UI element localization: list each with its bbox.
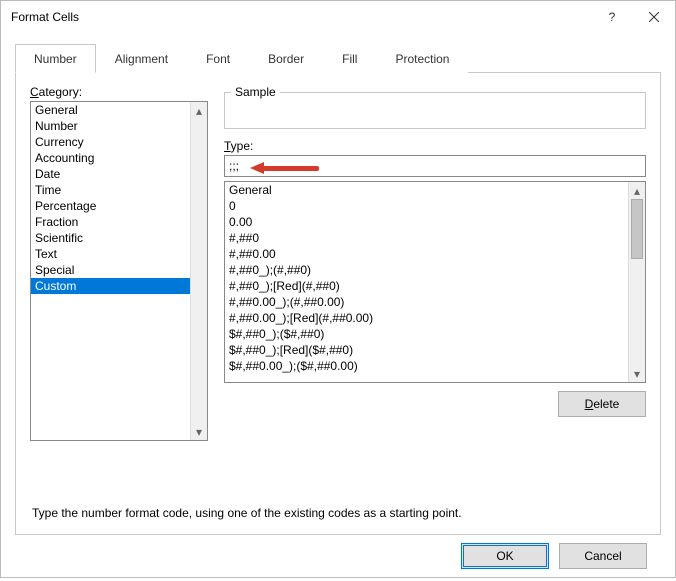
title-bar: Format Cells ? (1, 1, 675, 33)
window-title: Format Cells (11, 10, 591, 24)
help-button[interactable]: ? (591, 1, 633, 33)
category-item[interactable]: Date (31, 166, 190, 182)
tab-font[interactable]: Font (187, 44, 249, 73)
type-label: Type: (224, 139, 646, 153)
format-item[interactable]: #,##0.00_);(#,##0.00) (225, 294, 628, 310)
cancel-button[interactable]: Cancel (559, 543, 647, 569)
format-item[interactable]: 0.00 (225, 214, 628, 230)
category-item[interactable]: General (31, 102, 190, 118)
category-item[interactable]: Custom (31, 278, 190, 294)
category-item[interactable]: Currency (31, 134, 190, 150)
category-scrollbar[interactable]: ▴ ▾ (190, 102, 207, 440)
category-label: Category: (30, 85, 208, 99)
close-icon (649, 12, 659, 22)
category-item[interactable]: Number (31, 118, 190, 134)
ok-button[interactable]: OK (461, 543, 549, 569)
format-listbox[interactable]: General00.00#,##0#,##0.00#,##0_);(#,##0)… (224, 181, 646, 383)
tab-protection[interactable]: Protection (376, 44, 468, 73)
scroll-down-icon[interactable]: ▾ (191, 423, 207, 440)
format-item[interactable]: #,##0.00 (225, 246, 628, 262)
format-item[interactable]: $#,##0.00_);($#,##0.00) (225, 358, 628, 374)
tab-number[interactable]: Number (15, 44, 96, 73)
format-item[interactable]: $#,##0_);[Red]($#,##0) (225, 342, 628, 358)
format-item[interactable]: #,##0_);[Red](#,##0) (225, 278, 628, 294)
type-input[interactable] (224, 155, 646, 177)
category-listbox[interactable]: GeneralNumberCurrencyAccountingDateTimeP… (30, 101, 208, 441)
close-button[interactable] (633, 1, 675, 33)
category-item[interactable]: Time (31, 182, 190, 198)
category-item[interactable]: Fraction (31, 214, 190, 230)
scroll-down-icon[interactable]: ▾ (629, 365, 645, 382)
tab-strip: Number Alignment Font Border Fill Protec… (15, 43, 661, 73)
format-item[interactable]: General (225, 182, 628, 198)
delete-button[interactable]: Delete (558, 391, 646, 417)
format-item[interactable]: #,##0.00_);[Red](#,##0.00) (225, 310, 628, 326)
tab-alignment[interactable]: Alignment (96, 44, 187, 73)
category-item[interactable]: Percentage (31, 198, 190, 214)
category-item[interactable]: Accounting (31, 150, 190, 166)
format-item[interactable]: #,##0 (225, 230, 628, 246)
hint-text: Type the number format code, using one o… (32, 506, 462, 520)
tab-border[interactable]: Border (249, 44, 323, 73)
format-item[interactable]: #,##0_);(#,##0) (225, 262, 628, 278)
scroll-up-icon[interactable]: ▴ (629, 182, 645, 199)
category-item[interactable]: Special (31, 262, 190, 278)
scroll-thumb[interactable] (631, 199, 643, 259)
scroll-up-icon[interactable]: ▴ (191, 102, 207, 119)
format-item[interactable]: 0 (225, 198, 628, 214)
format-item[interactable]: $#,##0_);($#,##0) (225, 326, 628, 342)
category-item[interactable]: Text (31, 246, 190, 262)
sample-label: Sample (231, 85, 280, 99)
sample-group: Sample (224, 85, 646, 129)
tab-fill[interactable]: Fill (323, 44, 376, 73)
tab-panel-number: Category: GeneralNumberCurrencyAccountin… (15, 73, 661, 535)
category-item[interactable]: Scientific (31, 230, 190, 246)
format-scrollbar[interactable]: ▴ ▾ (628, 182, 645, 382)
